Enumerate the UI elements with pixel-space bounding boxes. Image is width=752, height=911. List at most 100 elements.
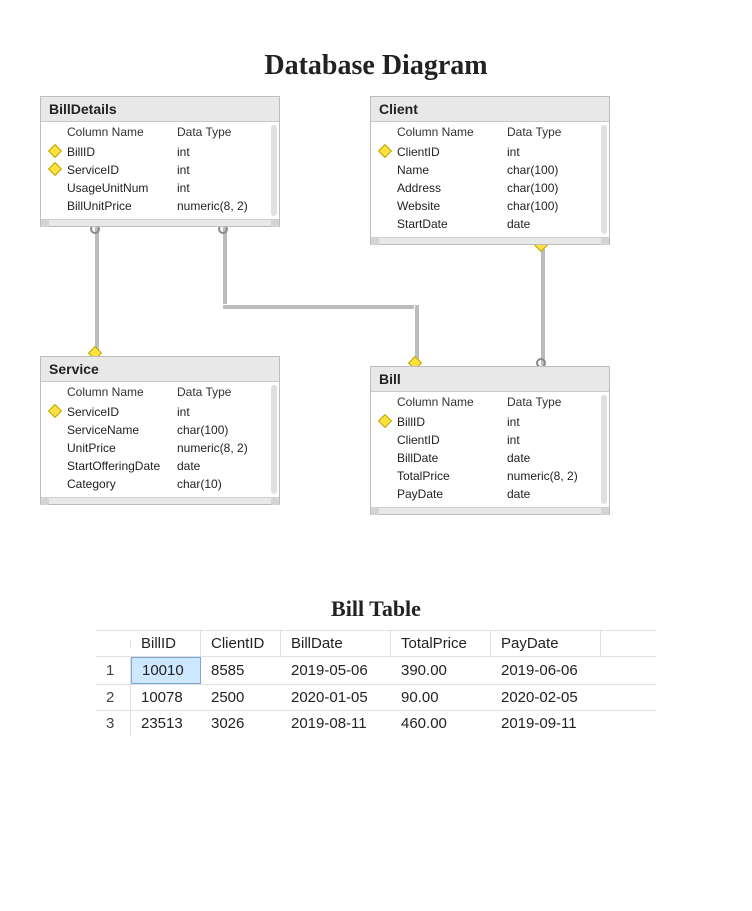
col-header[interactable]: ClientID [201,631,281,656]
column-type: date [173,459,273,473]
column-row[interactable]: StartDatedate [373,215,607,233]
column-type: char(100) [173,423,273,437]
column-type: int [173,163,273,177]
table-row[interactable]: 32351330262019-08-11460.002019-09-11 [96,710,656,736]
column-type: numeric(8, 2) [173,441,273,455]
rel-billdetails-bill-seg1 [222,226,228,306]
cell-clientid[interactable]: 2500 [201,685,281,710]
cell-paydate[interactable]: 2019-06-06 [491,658,601,683]
column-row[interactable]: BillDatedate [373,449,607,467]
column-row[interactable]: Namechar(100) [373,161,607,179]
column-type: int [173,181,273,195]
bill-datagrid: BillID ClientID BillDate TotalPrice PayD… [96,630,656,736]
column-row[interactable]: BillIDint [43,143,277,161]
column-name: StartDate [393,217,503,231]
column-row[interactable]: BillUnitPricenumeric(8, 2) [43,197,277,215]
column-type: numeric(8, 2) [503,469,603,483]
table-row[interactable]: 11001085852019-05-06390.002019-06-06 [96,656,656,684]
primary-key-icon [48,144,62,158]
column-row[interactable]: ClientIDint [373,143,607,161]
scrollbar-horizontal[interactable] [41,497,279,504]
column-row[interactable]: ServiceNamechar(100) [43,421,277,439]
cell-billid[interactable]: 10078 [131,685,201,710]
column-row[interactable]: Websitechar(100) [373,197,607,215]
column-type: date [503,217,603,231]
column-name: Name [393,163,503,177]
cell-paydate[interactable]: 2020-02-05 [491,685,601,710]
column-name: BillUnitPrice [63,199,173,213]
cell-billdate[interactable]: 2019-05-06 [281,658,391,683]
col-header[interactable]: TotalPrice [391,631,491,656]
column-name: PayDate [393,487,503,501]
cell-billid[interactable]: 23513 [131,711,201,736]
column-name: ClientID [393,433,503,447]
scrollbar[interactable] [601,125,607,234]
datagrid-title: Bill Table [60,596,692,622]
col-header[interactable]: BillDate [281,631,391,656]
scrollbar[interactable] [271,385,277,494]
column-row[interactable]: StartOfferingDatedate [43,457,277,475]
col-header-type: Data Type [173,125,273,139]
cell-clientid[interactable]: 3026 [201,711,281,736]
table-row[interactable]: 21007825002020-01-0590.002020-02-05 [96,684,656,710]
cell-billdate[interactable]: 2020-01-05 [281,685,391,710]
column-name: ServiceName [63,423,173,437]
col-header-name: Column Name [63,385,173,399]
table-title: BillDetails [41,97,279,122]
column-row[interactable]: UsageUnitNumint [43,179,277,197]
table-billdetails[interactable]: BillDetails Column Name Data Type BillID… [40,96,280,227]
column-row[interactable]: Addresschar(100) [373,179,607,197]
column-row[interactable]: ServiceIDint [43,403,277,421]
column-type: char(100) [503,199,603,213]
cell-paydate[interactable]: 2019-09-11 [491,711,601,736]
column-name: Category [63,477,173,491]
erd-canvas: BillDetails Column Name Data Type BillID… [40,96,712,536]
column-name: BillID [393,415,503,429]
column-row[interactable]: ServiceIDint [43,161,277,179]
column-name: ClientID [393,145,503,159]
column-row[interactable]: ClientIDint [373,431,607,449]
scrollbar-horizontal[interactable] [371,237,609,244]
cell-totalprice[interactable]: 90.00 [391,685,491,710]
column-name: Address [393,181,503,195]
col-header-type: Data Type [503,395,603,409]
table-title: Client [371,97,609,122]
table-bill[interactable]: Bill Column Name Data Type BillIDintClie… [370,366,610,515]
row-index: 3 [96,711,131,736]
column-row[interactable]: BillIDint [373,413,607,431]
column-row[interactable]: PayDatedate [373,485,607,503]
column-type: char(100) [503,181,603,195]
primary-key-icon [48,162,62,176]
table-service[interactable]: Service Column Name Data Type ServiceIDi… [40,356,280,505]
column-type: numeric(8, 2) [173,199,273,213]
scrollbar-horizontal[interactable] [41,219,279,226]
column-name: StartOfferingDate [63,459,173,473]
primary-key-icon [378,144,392,158]
scrollbar[interactable] [271,125,277,216]
diagram-title: Database Diagram [60,50,692,82]
column-name: ServiceID [63,405,173,419]
scrollbar-horizontal[interactable] [371,507,609,514]
scrollbar[interactable] [601,395,607,504]
column-name: TotalPrice [393,469,503,483]
table-title: Service [41,357,279,382]
column-row[interactable]: UnitPricenumeric(8, 2) [43,439,277,457]
row-index: 1 [96,658,131,683]
col-header-name: Column Name [63,125,173,139]
column-type: char(10) [173,477,273,491]
col-header[interactable]: PayDate [491,631,601,656]
cell-totalprice[interactable]: 390.00 [391,658,491,683]
table-client[interactable]: Client Column Name Data Type ClientIDint… [370,96,610,245]
row-header [96,640,131,648]
cell-billdate[interactable]: 2019-08-11 [281,711,391,736]
column-row[interactable]: TotalPricenumeric(8, 2) [373,467,607,485]
col-header[interactable]: BillID [131,631,201,656]
column-name: ServiceID [63,163,173,177]
cell-billid[interactable]: 10010 [131,657,201,684]
column-type: char(100) [503,163,603,177]
cell-totalprice[interactable]: 460.00 [391,711,491,736]
col-header-name: Column Name [393,395,503,409]
cell-clientid[interactable]: 8585 [201,658,281,683]
column-row[interactable]: Categorychar(10) [43,475,277,493]
column-type: int [503,145,603,159]
